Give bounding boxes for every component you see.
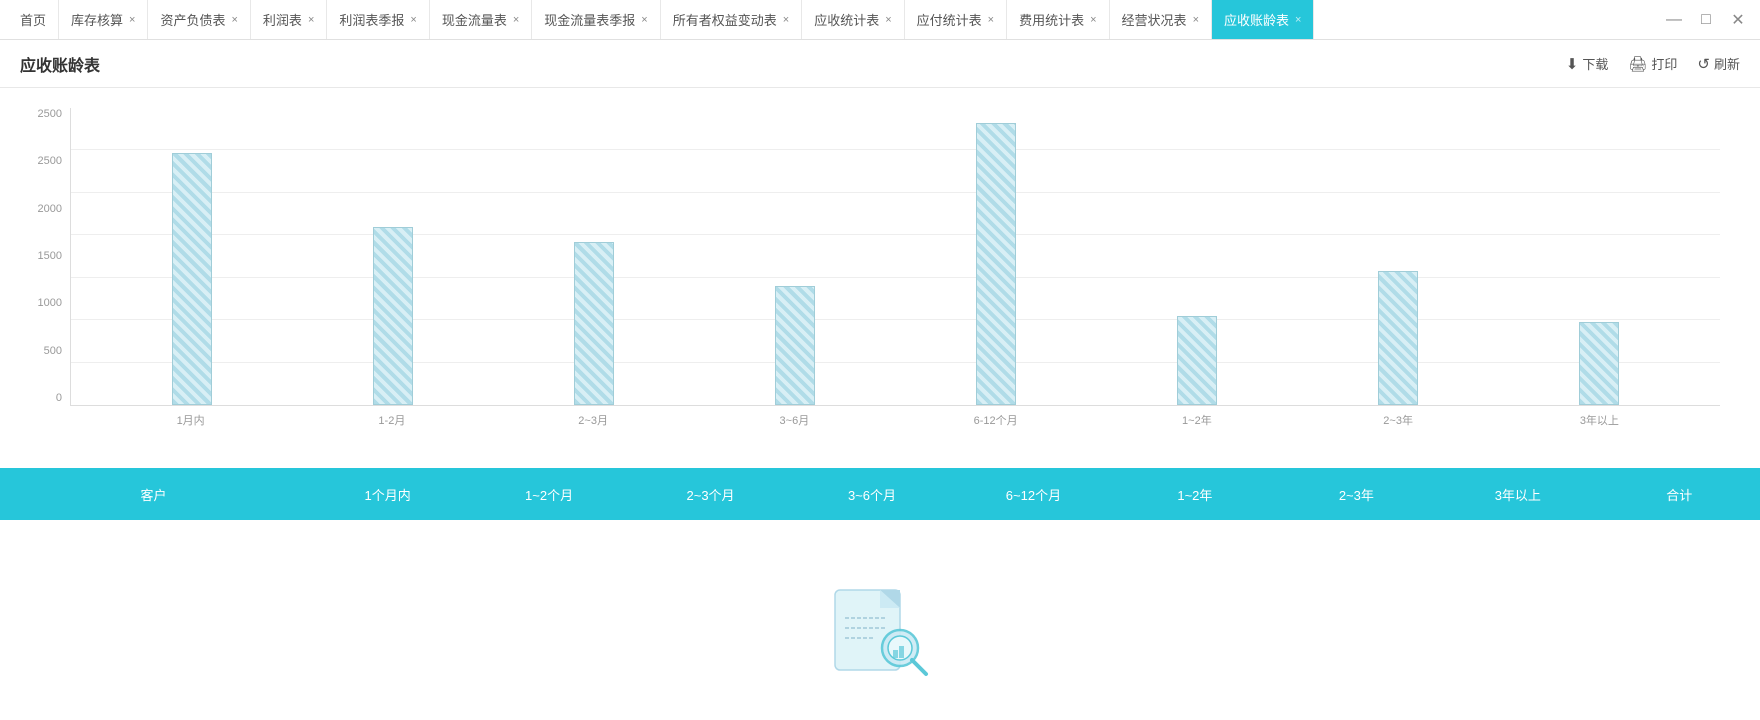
tab-expense-stat[interactable]: 费用统计表 × <box>1007 0 1109 40</box>
x-label-3y-plus: 3年以上 <box>1499 412 1700 428</box>
tab-home[interactable]: 首页 <box>8 0 59 40</box>
tab-equity-close[interactable]: × <box>783 14 789 26</box>
bar-group-1-2y <box>1097 108 1298 405</box>
download-icon: ⬇ <box>1566 55 1579 73</box>
empty-state-icon <box>820 580 940 680</box>
bar-group-1-2m <box>292 108 493 405</box>
tab-bar: 首页 库存核算 × 资产负债表 × 利润表 × 利润表季报 × 现金流量表 × … <box>0 0 1760 40</box>
th-1-2y: 1~2年 <box>1114 485 1275 504</box>
y-label-1000: 1000 <box>20 297 62 309</box>
x-label-3-6m: 3~6月 <box>694 412 895 428</box>
tab-inventory[interactable]: 库存核算 × <box>59 0 148 40</box>
y-label-1500: 1500 <box>20 250 62 262</box>
chart-grid <box>70 108 1720 406</box>
tab-cashflow-quarterly-close[interactable]: × <box>641 14 647 26</box>
tab-bar-actions: — □ ✕ <box>1660 6 1752 34</box>
y-label-0: 0 <box>20 392 62 404</box>
refresh-button[interactable]: ↺ 刷新 <box>1697 54 1740 73</box>
tab-ap-stat[interactable]: 应付统计表 × <box>905 0 1007 40</box>
window-close-button[interactable]: ✕ <box>1724 6 1752 34</box>
tab-balance[interactable]: 资产负债表 × <box>148 0 250 40</box>
tab-operation-close[interactable]: × <box>1193 14 1199 26</box>
tab-ap-stat-close[interactable]: × <box>988 14 994 26</box>
th-2-3m: 2~3个月 <box>630 485 791 504</box>
chart-x-labels: 1月内 1-2月 2~3月 3~6月 6-12个月 1~2年 2~3年 3年以上 <box>70 406 1720 428</box>
th-3-6m: 3~6个月 <box>791 485 952 504</box>
th-1-2m: 1~2个月 <box>468 485 629 504</box>
th-total: 合计 <box>1599 485 1760 504</box>
print-button[interactable]: 🖨 打印 <box>1628 54 1677 73</box>
y-label-2500a: 2500 <box>20 155 62 167</box>
tab-ar-stat[interactable]: 应收统计表 × <box>802 0 904 40</box>
bar-group-2-3m <box>493 108 694 405</box>
th-6-12m: 6~12个月 <box>953 485 1114 504</box>
tab-ar-aging-close[interactable]: × <box>1295 14 1301 26</box>
bar-group-2-3y <box>1298 108 1499 405</box>
th-3y-plus: 3年以上 <box>1437 485 1598 504</box>
refresh-icon: ↺ <box>1697 55 1710 73</box>
tab-profit-quarterly-close[interactable]: × <box>410 14 416 26</box>
bar-group-3-6m <box>694 108 895 405</box>
bar-3y-plus <box>1579 322 1619 405</box>
bar-2-3y <box>1378 271 1418 405</box>
x-label-1-2y: 1~2年 <box>1096 412 1297 428</box>
th-2-3y: 2~3年 <box>1276 485 1437 504</box>
tab-ar-stat-close[interactable]: × <box>885 14 891 26</box>
bar-group-1m <box>91 108 292 405</box>
bar-group-3y-plus <box>1499 108 1700 405</box>
print-icon: 🖨 <box>1628 55 1647 73</box>
bar-1-2y <box>1177 316 1217 405</box>
chart-y-axis: 0 500 1000 1500 2000 2500 2500 <box>20 108 70 428</box>
tab-ar-aging[interactable]: 应收账龄表 × <box>1212 0 1314 40</box>
th-1m: 1个月内 <box>307 485 468 504</box>
tab-cashflow-close[interactable]: × <box>513 14 519 26</box>
tab-balance-close[interactable]: × <box>231 14 237 26</box>
bar-3-6m <box>775 286 815 405</box>
empty-state <box>820 560 940 680</box>
bar-group-6-12m <box>896 108 1097 405</box>
x-label-6-12m: 6-12个月 <box>895 412 1096 428</box>
tab-inventory-close[interactable]: × <box>129 14 135 26</box>
chart-body: 1月内 1-2月 2~3月 3~6月 6-12个月 1~2年 2~3年 3年以上 <box>70 108 1720 428</box>
download-button[interactable]: ⬇ 下载 <box>1566 54 1609 73</box>
y-label-2500b: 2500 <box>20 108 62 120</box>
main-content: 0 500 1000 1500 2000 2500 2500 <box>0 88 1760 720</box>
y-label-2000: 2000 <box>20 203 62 215</box>
tab-operation[interactable]: 经营状况表 × <box>1110 0 1212 40</box>
table-body <box>0 520 1760 720</box>
chart-area: 0 500 1000 1500 2000 2500 2500 <box>0 88 1760 468</box>
x-label-1-2m: 1-2月 <box>291 412 492 428</box>
tab-profit-quarterly[interactable]: 利润表季报 × <box>327 0 429 40</box>
y-label-500: 500 <box>20 345 62 357</box>
page-title: 应收账龄表 <box>20 52 100 76</box>
bar-2-3m <box>574 242 614 405</box>
x-label-2-3m: 2~3月 <box>493 412 694 428</box>
table-header: 客户 1个月内 1~2个月 2~3个月 3~6个月 6~12个月 1~2年 2~… <box>0 468 1760 520</box>
tab-profit-close[interactable]: × <box>308 14 314 26</box>
chart-container: 0 500 1000 1500 2000 2500 2500 <box>20 108 1720 428</box>
x-label-2-3y: 2~3年 <box>1298 412 1499 428</box>
tab-expense-stat-close[interactable]: × <box>1090 14 1096 26</box>
window-minimize-button[interactable]: — <box>1660 6 1688 34</box>
tab-cashflow-quarterly[interactable]: 现金流量表季报 × <box>532 0 660 40</box>
header-actions: ⬇ 下载 🖨 打印 ↺ 刷新 <box>1566 54 1740 73</box>
tab-equity[interactable]: 所有者权益变动表 × <box>661 0 802 40</box>
window-maximize-button[interactable]: □ <box>1692 6 1720 34</box>
th-customer: 客户 <box>0 485 307 504</box>
bar-6-12m <box>976 123 1016 405</box>
tab-profit[interactable]: 利润表 × <box>251 0 327 40</box>
bars-row <box>71 108 1720 405</box>
bar-1m <box>172 153 212 405</box>
tab-cashflow[interactable]: 现金流量表 × <box>430 0 532 40</box>
page-header: 应收账龄表 ⬇ 下载 🖨 打印 ↺ 刷新 <box>0 40 1760 88</box>
x-label-1m: 1月内 <box>90 412 291 428</box>
bar-1-2m <box>373 227 413 405</box>
